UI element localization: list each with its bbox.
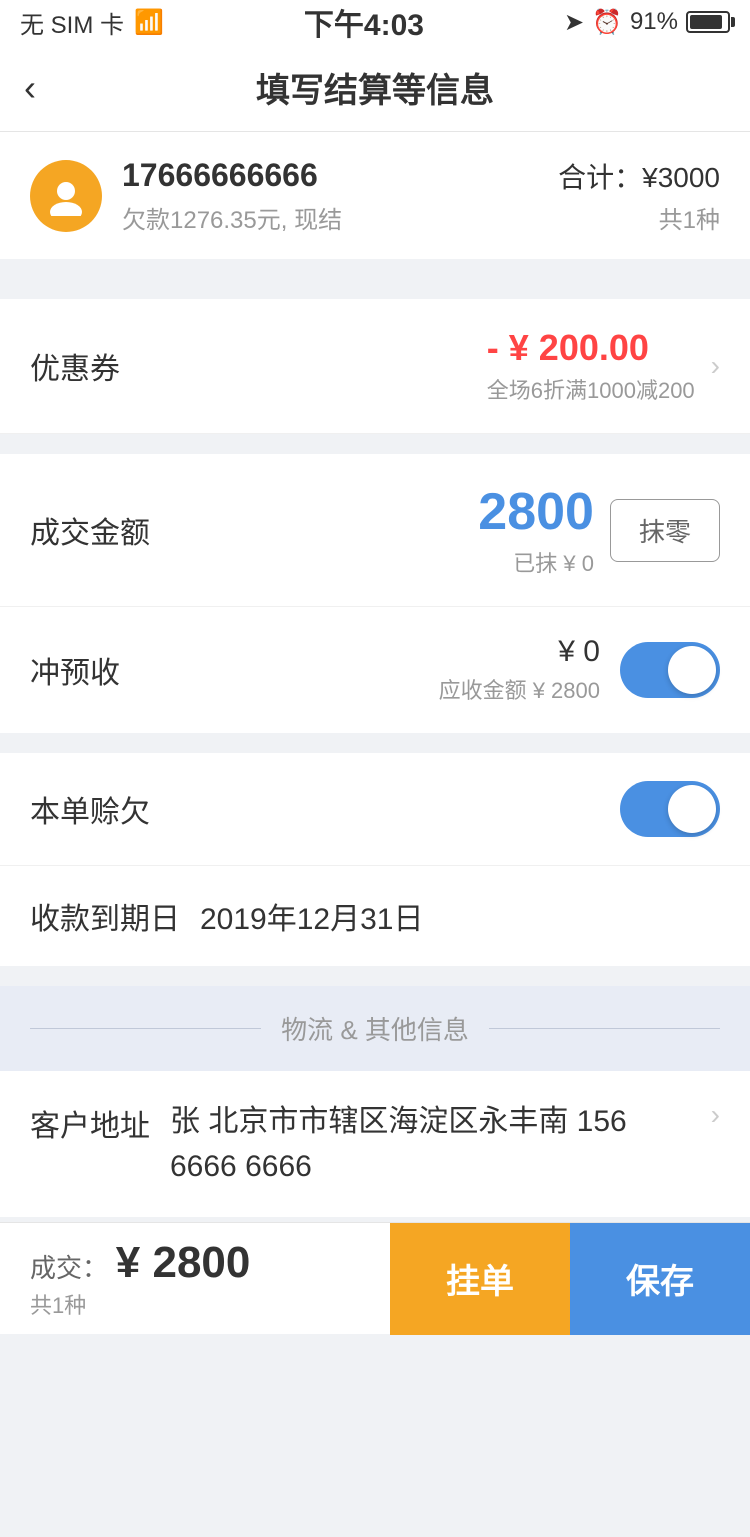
address-row[interactable]: 客户地址 张 北京市市辖区海淀区永丰南 156 6666 6666 ›	[0, 1071, 750, 1217]
total-label-value: 合计：¥3000	[558, 156, 720, 196]
battery-icon	[686, 11, 730, 33]
bottom-deal-row: 成交： ¥ 2800	[30, 1238, 360, 1288]
save-button[interactable]: 保存	[570, 1223, 750, 1335]
battery-fill	[690, 15, 722, 29]
logistics-section-header: 物流 & 其他信息	[0, 986, 750, 1071]
address-value: 张 北京市市辖区海淀区永丰南 156 6666 6666	[170, 1099, 691, 1189]
coupon-label: 优惠券	[30, 344, 120, 388]
deal-amount-row: 成交金额 2800 已抹 ¥ 0 抹零	[0, 454, 750, 607]
customer-right: 合计：¥3000 共1种	[558, 156, 720, 235]
bottom-count: 共1种	[30, 1288, 360, 1320]
toggle-knob	[668, 646, 716, 694]
customer-left: 17666666666 欠款1276.35元, 现结	[30, 157, 342, 235]
divider-1	[0, 279, 750, 299]
credit-toggle[interactable]	[620, 781, 720, 837]
deal-amount-label: 成交金额	[30, 508, 150, 552]
prepay-label: 冲预收	[30, 648, 120, 692]
customer-details: 17666666666 欠款1276.35元, 现结	[122, 157, 342, 235]
back-button[interactable]: ‹	[24, 67, 36, 109]
total-count: 共1种	[558, 200, 720, 235]
page-title: 填写结算等信息	[256, 63, 494, 112]
due-date-value: 2019年12月31日	[200, 894, 423, 938]
prepay-amount: ¥ 0	[439, 635, 600, 669]
location-icon: ➤	[564, 8, 584, 37]
divider-2	[0, 434, 750, 454]
address-label: 客户地址	[30, 1099, 150, 1145]
pending-button[interactable]: 挂单	[390, 1223, 570, 1335]
nav-bar: ‹ 填写结算等信息	[0, 44, 750, 132]
section-header-text: 物流 & 其他信息	[281, 1010, 469, 1047]
avatar	[30, 160, 102, 232]
prepay-right: ¥ 0 应收金额 ¥ 2800	[439, 635, 720, 705]
section-line-right	[489, 1028, 720, 1029]
section-line-left	[30, 1028, 261, 1029]
no-sim-text: 无 SIM 卡	[20, 5, 124, 40]
deal-amount-right: 2800 已抹 ¥ 0 抹零	[478, 482, 720, 578]
divider-3	[0, 733, 750, 753]
coupon-info: - ¥ 200.00 全场6折满1000减200	[487, 327, 695, 405]
bottom-summary: 成交： ¥ 2800 共1种	[0, 1238, 390, 1320]
address-chevron-icon: ›	[711, 1099, 720, 1131]
chevron-right-icon: ›	[711, 350, 720, 382]
battery-percent: 91%	[630, 8, 678, 36]
back-icon: ‹	[24, 67, 36, 108]
bottom-bar: 成交： ¥ 2800 共1种 挂单 保存	[0, 1222, 750, 1334]
bottom-deal-label: 成交：	[30, 1253, 108, 1283]
customer-phone: 17666666666	[122, 157, 342, 194]
customer-info-row: 17666666666 欠款1276.35元, 现结 合计：¥3000 共1种	[0, 132, 750, 259]
deal-amount-values: 2800 已抹 ¥ 0	[478, 482, 594, 578]
status-time: 下午4:03	[304, 0, 424, 44]
prepay-toggle[interactable]	[620, 642, 720, 698]
status-right: ➤ ⏰ 91%	[564, 8, 730, 37]
credit-toggle-knob	[668, 785, 716, 833]
wifi-icon: 📶	[134, 8, 164, 37]
coupon-discount: - ¥ 200.00	[487, 327, 695, 369]
deal-amount-sub: 已抹 ¥ 0	[478, 546, 594, 578]
status-left: 无 SIM 卡 📶	[20, 5, 164, 40]
divider-4	[0, 966, 750, 986]
credit-row: 本单赊欠	[0, 753, 750, 865]
credit-label: 本单赊欠	[30, 787, 150, 831]
bottom-amount: ¥ 2800	[116, 1238, 251, 1287]
deal-amount-value: 2800	[478, 482, 594, 542]
status-bar: 无 SIM 卡 📶 下午4:03 ➤ ⏰ 91%	[0, 0, 750, 44]
coupon-right: - ¥ 200.00 全场6折满1000减200 ›	[487, 327, 720, 405]
customer-card: 17666666666 欠款1276.35元, 现结 合计：¥3000 共1种	[0, 132, 750, 259]
customer-sub: 欠款1276.35元, 现结	[122, 200, 342, 235]
alarm-icon: ⏰	[592, 8, 622, 37]
coupon-desc: 全场6折满1000减200	[487, 373, 695, 405]
total-value: ¥3000	[642, 162, 720, 193]
coupon-row[interactable]: 优惠券 - ¥ 200.00 全场6折满1000减200 ›	[0, 299, 750, 434]
total-label: 合计：	[558, 162, 642, 193]
due-date-row: 收款到期日 2019年12月31日	[0, 866, 750, 966]
prepay-row: 冲预收 ¥ 0 应收金额 ¥ 2800	[0, 607, 750, 733]
prepay-values: ¥ 0 应收金额 ¥ 2800	[439, 635, 600, 705]
round-button[interactable]: 抹零	[610, 499, 720, 562]
prepay-sub: 应收金额 ¥ 2800	[439, 673, 600, 705]
due-date-label: 收款到期日	[30, 894, 180, 938]
